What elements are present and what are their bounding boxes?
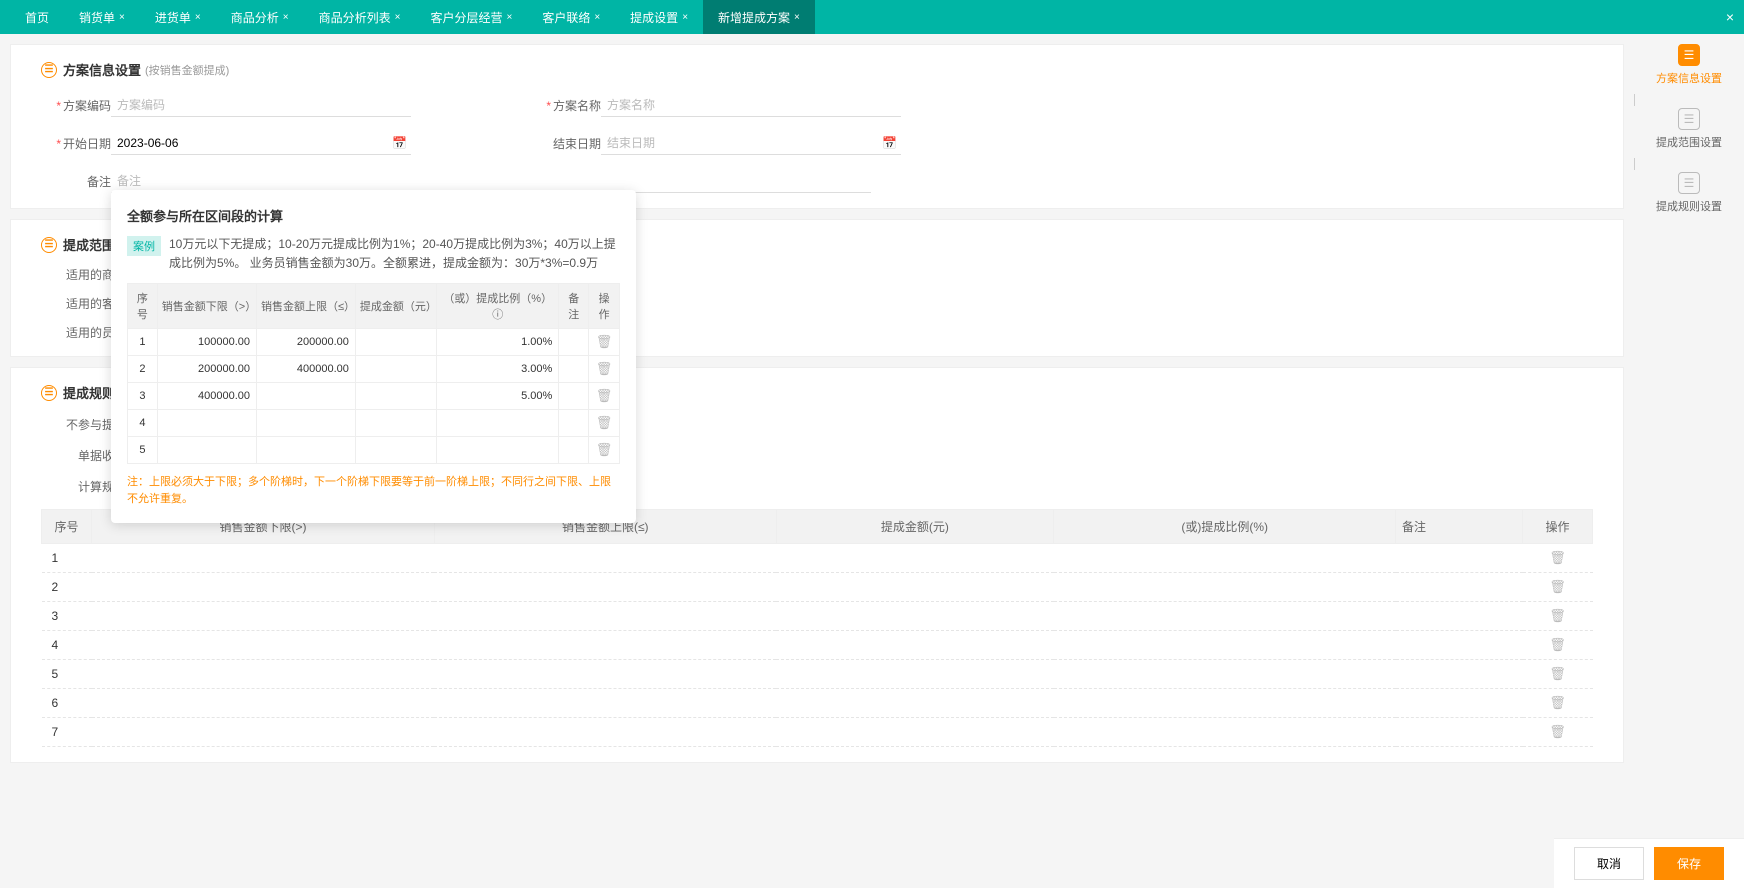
delete-row-icon[interactable]: 🗑 — [596, 361, 613, 376]
start-date-label: *开始日期 — [41, 135, 111, 152]
name-label: *方案名称 — [531, 97, 601, 114]
panel-icon: ☰ — [41, 62, 57, 78]
delete-row-icon[interactable]: 🗑 — [1549, 579, 1566, 594]
table-row[interactable]: 3🗑 — [42, 602, 1593, 631]
tooltip-table: 序号销售金额下限（>）销售金额上限（≤）提成金额（元）（或）提成比例（%） ⓘ备… — [127, 283, 620, 464]
delete-row-icon[interactable]: 🗑 — [1549, 724, 1566, 739]
tab-4[interactable]: 商品分析列表× — [304, 0, 416, 34]
table-row[interactable]: 7🗑 — [42, 718, 1593, 747]
plan-code-input[interactable] — [111, 94, 411, 117]
top-tabs: 首页销货单×进货单×商品分析×商品分析列表×客户分层经营×客户联络×提成设置×新… — [0, 0, 1744, 34]
tooltip-example: 全额参与所在区间段的计算 案例 10万元以下无提成；10-20万元提成比例为1%… — [111, 190, 636, 523]
tab-close-icon[interactable]: × — [506, 12, 512, 23]
table-row[interactable]: 1🗑 — [42, 544, 1593, 573]
delete-row-icon[interactable]: 🗑 — [596, 442, 613, 457]
anchor-icon: ☰ — [1678, 44, 1700, 66]
tab-close-icon[interactable]: × — [395, 12, 401, 23]
tab-8[interactable]: 新增提成方案× — [703, 0, 815, 34]
anchor-step-1[interactable]: ☰ 方案信息设置 — [1634, 44, 1744, 86]
tab-5[interactable]: 客户分层经营× — [415, 0, 527, 34]
tooltip-note: 注：上限必须大于下限；多个阶梯时，下一个阶梯下限要等于前一阶梯上限；不同行之间下… — [127, 474, 620, 507]
panel1-title: 方案信息设置 — [63, 60, 141, 79]
cancel-button[interactable]: 取消 — [1574, 847, 1644, 880]
table-row[interactable]: 2🗑 — [42, 573, 1593, 602]
tab-close-icon[interactable]: × — [119, 12, 125, 23]
table-row[interactable]: 6🗑 — [42, 689, 1593, 718]
delete-row-icon[interactable]: 🗑 — [596, 388, 613, 403]
footer-bar: 取消 保存 — [1554, 838, 1744, 888]
tab-7[interactable]: 提成设置× — [615, 0, 703, 34]
remark-label: 备注 — [41, 173, 111, 190]
plan-name-input[interactable] — [601, 94, 901, 117]
tab-close-icon[interactable]: × — [283, 12, 289, 23]
anchor-step-2[interactable]: ☰ 提成范围设置 — [1634, 108, 1744, 150]
delete-row-icon[interactable]: 🗑 — [1549, 608, 1566, 623]
delete-row-icon[interactable]: 🗑 — [1549, 695, 1566, 710]
tab-close-icon[interactable]: × — [195, 12, 201, 23]
delete-row-icon[interactable]: 🗑 — [596, 415, 613, 430]
tag-example: 案例 — [127, 236, 161, 256]
tab-2[interactable]: 进货单× — [140, 0, 216, 34]
delete-row-icon[interactable]: 🗑 — [596, 334, 613, 349]
panel1-subtitle: (按销售金额提成) — [145, 62, 229, 78]
tab-0[interactable]: 首页 — [10, 0, 64, 34]
tab-close-icon[interactable]: × — [682, 12, 688, 23]
rules-table: 序号销售金额下限(>)销售金额上限(≤)提成金额(元)(或)提成比例(%)备注操… — [41, 509, 1593, 747]
save-button[interactable]: 保存 — [1654, 847, 1724, 880]
tab-6[interactable]: 客户联络× — [527, 0, 615, 34]
code-label: *方案编码 — [41, 97, 111, 114]
panel-plan-info: ☰ 方案信息设置 (按销售金额提成) *方案编码 *方案名称 *开始日期 — [10, 44, 1624, 209]
tab-close-icon[interactable]: × — [794, 12, 800, 23]
end-date-input[interactable] — [601, 132, 901, 155]
table-row[interactable]: 5🗑 — [42, 660, 1593, 689]
tab-3[interactable]: 商品分析× — [216, 0, 304, 34]
calendar-icon[interactable]: 📅 — [392, 136, 407, 150]
start-date-input[interactable] — [111, 132, 411, 155]
tab-1[interactable]: 销货单× — [64, 0, 140, 34]
calendar-icon[interactable]: 📅 — [882, 136, 897, 150]
table-row[interactable]: 4🗑 — [42, 631, 1593, 660]
panel-plan-info-title: ☰ 方案信息设置 (按销售金额提成) — [41, 60, 1593, 79]
tooltip-example-text: 10万元以下无提成；10-20万元提成比例为1%；20-40万提成比例为3%；4… — [169, 235, 620, 273]
panel-icon: ☰ — [41, 385, 57, 401]
right-anchor-nav: ☰ 方案信息设置 ☰ 提成范围设置 ☰ 提成规则设置 — [1634, 34, 1744, 783]
anchor-step-3[interactable]: ☰ 提成规则设置 — [1634, 172, 1744, 214]
anchor-icon: ☰ — [1678, 108, 1700, 130]
tab-close-icon[interactable]: × — [594, 12, 600, 23]
tooltip-title: 全额参与所在区间段的计算 — [127, 206, 620, 225]
end-date-label: 结束日期 — [531, 135, 601, 152]
delete-row-icon[interactable]: 🗑 — [1549, 637, 1566, 652]
anchor-icon: ☰ — [1678, 172, 1700, 194]
panel-commission-rules: ☰ 提成规则 不参与提成 单据收款 计算规则 固定比例 区间超额提 区间全额提i… — [10, 367, 1624, 763]
panel-icon: ☰ — [41, 237, 57, 253]
delete-row-icon[interactable]: 🗑 — [1549, 550, 1566, 565]
close-all-tabs-icon[interactable]: × — [1726, 9, 1734, 25]
delete-row-icon[interactable]: 🗑 — [1549, 666, 1566, 681]
